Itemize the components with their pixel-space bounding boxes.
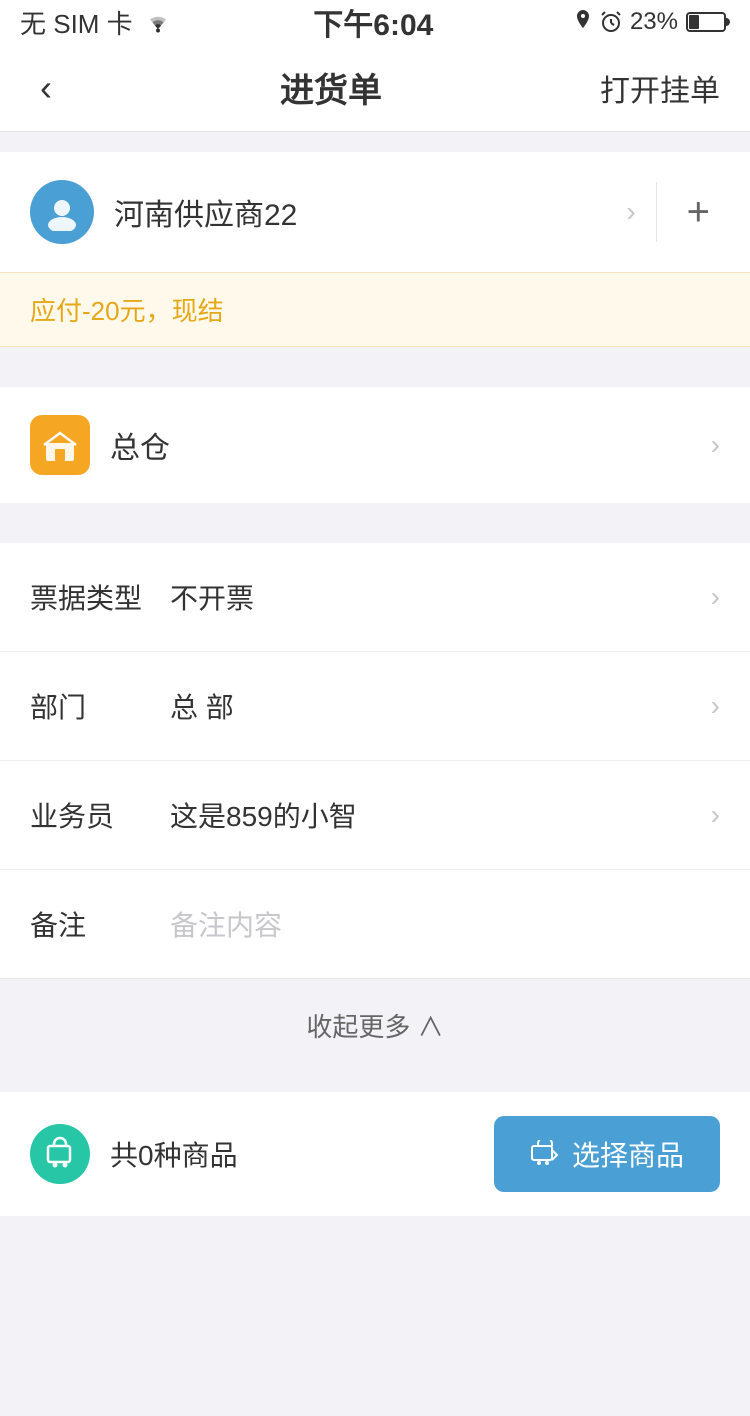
warehouse-chevron-icon: › <box>711 429 720 461</box>
invoice-chevron-icon: › <box>711 581 720 613</box>
alarm-icon <box>600 10 622 34</box>
add-supplier-button[interactable]: + <box>677 180 720 245</box>
status-time: 下午6:04 <box>313 0 433 44</box>
notice-text: 应付-20元，现结 <box>30 296 224 326</box>
product-bar: 共0种商品 选择商品 <box>0 1092 750 1216</box>
department-value: 总 部 <box>170 686 701 726</box>
remark-label: 备注 <box>30 904 170 944</box>
remark-input[interactable]: 备注内容 <box>170 904 720 944</box>
supplier-divider <box>656 182 657 242</box>
supplier-row[interactable]: 河南供应商22 › <box>30 152 636 272</box>
warehouse-name: 总仓 <box>110 423 701 467</box>
salesman-chevron-icon: › <box>711 799 720 831</box>
location-icon <box>574 10 592 34</box>
product-icon <box>30 1124 90 1184</box>
status-bar: 无 SIM 卡 下午6:04 23% <box>0 0 750 44</box>
carrier-text: 无 SIM 卡 <box>20 4 133 41</box>
battery-icon <box>686 11 730 33</box>
battery-text: 23% <box>630 8 678 36</box>
department-row[interactable]: 部门 总 部 › <box>0 652 750 761</box>
salesman-value: 这是859的小智 <box>170 795 701 835</box>
warehouse-svg-icon <box>42 427 78 463</box>
supplier-section: 河南供应商22 › + <box>0 152 750 272</box>
invoice-label: 票据类型 <box>30 577 170 617</box>
collapse-section: 收起更多 ∧ <box>0 978 750 1072</box>
notice-banner: 应付-20元，现结 <box>0 272 750 347</box>
supplier-name: 河南供应商22 <box>114 190 616 234</box>
department-label: 部门 <box>30 686 170 726</box>
gap-3 <box>0 503 750 523</box>
avatar-icon <box>43 193 81 231</box>
form-section: 票据类型 不开票 › 部门 总 部 › 业务员 这是859的小智 › 备注 备注… <box>0 543 750 978</box>
warehouse-icon <box>30 415 90 475</box>
select-product-label: 选择商品 <box>572 1134 684 1174</box>
salesman-row[interactable]: 业务员 这是859的小智 › <box>0 761 750 870</box>
collapse-button[interactable]: 收起更多 ∧ <box>306 1007 443 1044</box>
salesman-label: 业务员 <box>30 795 170 835</box>
select-product-button[interactable]: 选择商品 <box>494 1116 720 1192</box>
department-chevron-icon: › <box>711 690 720 722</box>
remark-row[interactable]: 备注 备注内容 <box>0 870 750 978</box>
warehouse-row[interactable]: 总仓 › <box>30 387 720 503</box>
page-fill <box>0 1216 750 1416</box>
supplier-avatar <box>30 180 94 244</box>
open-pending-button[interactable]: 打开挂单 <box>600 66 720 110</box>
nav-bar: ‹ 进货单 打开挂单 <box>0 44 750 132</box>
product-count-text: 共0种商品 <box>110 1134 238 1174</box>
invoice-value: 不开票 <box>170 577 701 617</box>
status-carrier-area: 无 SIM 卡 <box>20 4 173 41</box>
invoice-type-row[interactable]: 票据类型 不开票 › <box>0 543 750 652</box>
warehouse-section[interactable]: 总仓 › <box>0 387 750 503</box>
wifi-icon <box>143 11 173 33</box>
select-cart-icon <box>530 1140 560 1168</box>
product-info: 共0种商品 <box>30 1124 238 1184</box>
gap-1 <box>0 132 750 152</box>
gap-2 <box>0 347 750 367</box>
page-title: 进货单 <box>280 63 382 112</box>
supplier-chevron-icon: › <box>626 196 635 228</box>
cart-icon <box>42 1136 78 1172</box>
back-button[interactable]: ‹ <box>30 57 62 119</box>
status-icons: 23% <box>574 8 730 36</box>
